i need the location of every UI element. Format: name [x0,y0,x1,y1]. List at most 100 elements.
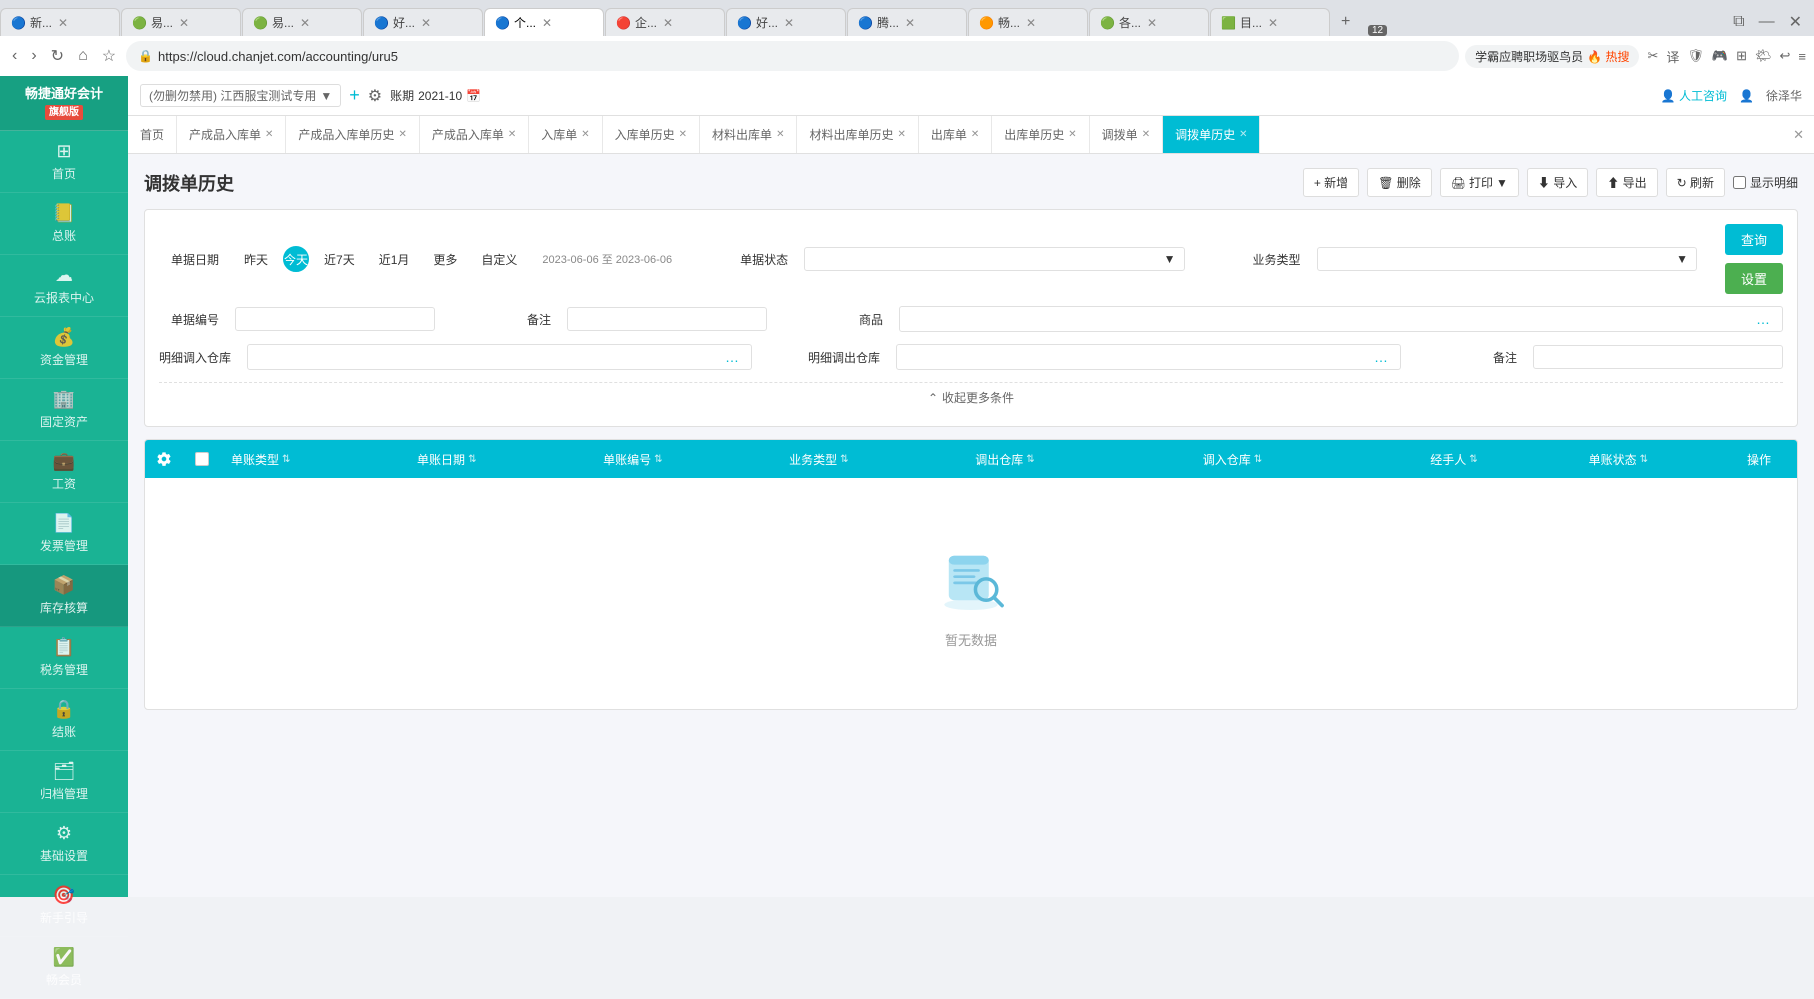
th-no[interactable]: 单账编号 ⇅ [593,451,779,468]
page-tab-mat-out[interactable]: 材料出库单 ✕ [700,116,797,154]
goods-select[interactable]: … [899,306,1783,332]
sidebar-item-asset[interactable]: 🏢 固定资产 [0,379,128,441]
delete-btn[interactable]: 🗑 删除 [1367,168,1432,197]
sidebar-item-close[interactable]: 🔒 结账 [0,689,128,751]
collapse-filter-btn[interactable]: ⌃ 收起更多条件 [159,382,1783,412]
page-tab-transfer-close[interactable]: ✕ [1142,129,1150,140]
th-out[interactable]: 调出仓库 ⇅ [965,451,1193,468]
page-tab-transfer-hist-close[interactable]: ✕ [1239,129,1247,140]
detail-in-ellipsis-btn[interactable]: … [721,349,743,365]
tab-close-8[interactable]: ✕ [905,16,915,30]
browser-tab-7[interactable]: 🔵 好... ✕ [726,8,846,36]
note-input[interactable] [1533,345,1783,369]
new-tab-button[interactable]: + [1331,8,1363,36]
tab-close-9[interactable]: ✕ [1026,16,1036,30]
close-window-btn[interactable]: ✕ [1785,8,1806,36]
page-tab-mat-out-close[interactable]: ✕ [776,129,784,140]
sidebar-item-ledger[interactable]: 📒 总账 [0,193,128,255]
tab-close-11[interactable]: ✕ [1268,16,1278,30]
page-tab-out-order[interactable]: 出库单 ✕ [919,116,992,154]
browser-tab-2[interactable]: 🟢 易... ✕ [121,8,241,36]
doc-no-input[interactable] [235,307,435,331]
date-more-btn[interactable]: 更多 [424,247,466,272]
th-biz[interactable]: 业务类型 ⇅ [779,451,965,468]
detail-in-select[interactable]: … [247,344,752,370]
tab-close-3[interactable]: ✕ [300,16,310,30]
tab-close-1[interactable]: ✕ [58,16,68,30]
minimize-btn[interactable]: — [1755,9,1779,35]
detail-out-ellipsis-btn[interactable]: … [1370,349,1392,365]
table-gear-btn[interactable] [145,451,183,467]
th-handler[interactable]: 经手人 ⇅ [1420,451,1578,468]
date-1month-btn[interactable]: 近1月 [370,247,419,272]
page-tab-prod-in-hist-close[interactable]: ✕ [398,129,406,140]
browser-search[interactable]: 学霸应聘职场驱鸟员 🔥 热搜 [1465,45,1639,68]
tab-close-7[interactable]: ✕ [784,16,794,30]
query-btn[interactable]: 查询 [1725,224,1783,255]
export-btn[interactable]: ⬆ 导出 [1596,168,1657,197]
browser-tab-8[interactable]: 🔵 腾... ✕ [847,8,967,36]
remark-input[interactable] [567,307,767,331]
sidebar-item-archive[interactable]: 🗂 归档管理 [0,751,128,813]
close-all-tabs-btn[interactable]: ✕ [1793,127,1814,143]
sidebar-item-home[interactable]: ⊞ 首页 [0,131,128,193]
page-tab-prod-in-hist[interactable]: 产成品入库单历史 ✕ [286,116,419,154]
calendar-icon[interactable]: 📅 [466,89,481,103]
date-today-btn[interactable]: 今天 [283,246,309,272]
browser-tab-1[interactable]: 🔵 新... ✕ [0,8,120,36]
service-btn[interactable]: 👤 人工咨询 [1661,87,1727,104]
new-btn[interactable]: + 新增 [1303,168,1359,197]
checkbox-all[interactable] [195,452,209,466]
tab-close-6[interactable]: ✕ [663,16,673,30]
url-bar[interactable]: 🔒 https://cloud.chanjet.com/accounting/u… [126,41,1459,71]
browser-tab-11[interactable]: 🟩 目... ✕ [1210,8,1330,36]
page-tab-in-order[interactable]: 入库单 ✕ [529,116,602,154]
page-tab-prod-in2-close[interactable]: ✕ [508,129,516,140]
date-7days-btn[interactable]: 近7天 [315,247,364,272]
browser-tab-10[interactable]: 🟢 各... ✕ [1089,8,1209,36]
goods-ellipsis-btn[interactable]: … [1752,311,1774,327]
add-company-btn[interactable]: + [349,85,360,106]
date-yesterday-btn[interactable]: 昨天 [235,247,277,272]
settings-gear-btn[interactable]: ⚙ [368,86,382,106]
page-tab-transfer[interactable]: 调拨单 ✕ [1090,116,1163,154]
browser-tab-4[interactable]: 🔵 好... ✕ [363,8,483,36]
set-btn[interactable]: 设置 [1725,263,1783,294]
tab-close-4[interactable]: ✕ [421,16,431,30]
refresh-btn[interactable]: ↻ [47,42,68,70]
page-tab-prod-in2[interactable]: 产成品入库单 ✕ [420,116,529,154]
sidebar-item-tax[interactable]: 📋 税务管理 [0,627,128,689]
user-avatar[interactable]: 👤 [1739,89,1754,103]
th-status[interactable]: 单账状态 ⇅ [1579,451,1737,468]
sidebar-item-report[interactable]: ☁ 云报表中心 [0,255,128,317]
tab-close-2[interactable]: ✕ [179,16,189,30]
table-check-all[interactable] [183,452,221,466]
page-tab-home[interactable]: 首页 [128,116,177,154]
page-tab-out-hist[interactable]: 出库单历史 ✕ [992,116,1089,154]
sidebar-item-guide[interactable]: 🎯 新手引导 [0,875,128,937]
company-selector[interactable]: (勿删勿禁用) 江西服宝测试专用 ▼ [140,84,341,107]
tab-close-10[interactable]: ✕ [1147,16,1157,30]
page-tab-in-hist-close[interactable]: ✕ [679,129,687,140]
th-date[interactable]: 单账日期 ⇅ [407,451,593,468]
th-in[interactable]: 调入仓库 ⇅ [1193,451,1421,468]
page-tab-prod-in[interactable]: 产成品入库单 ✕ [177,116,286,154]
page-tab-mat-out-hist-close[interactable]: ✕ [897,129,905,140]
browser-tab-9[interactable]: 🟠 畅... ✕ [968,8,1088,36]
tab-close-5[interactable]: ✕ [542,16,552,30]
biz-select[interactable]: ▼ [1317,247,1697,271]
detail-out-select[interactable]: … [896,344,1401,370]
page-tab-in-hist[interactable]: 入库单历史 ✕ [603,116,700,154]
date-custom-btn[interactable]: 自定义 [472,247,526,272]
page-tab-out-hist-close[interactable]: ✕ [1068,129,1076,140]
back-btn[interactable]: ‹ [8,43,21,69]
page-tab-prod-in-close[interactable]: ✕ [265,129,273,140]
sidebar-item-inventory[interactable]: 📦 库存核算 [0,565,128,627]
page-tab-mat-out-hist[interactable]: 材料出库单历史 ✕ [797,116,918,154]
sidebar-item-payroll[interactable]: 💼 工资 [0,441,128,503]
refresh-btn-toolbar[interactable]: ↻ 刷新 [1666,168,1725,197]
display-detail-label[interactable]: 显示明细 [1733,174,1798,191]
display-detail-checkbox[interactable] [1733,176,1746,189]
browser-tab-6[interactable]: 🔴 企... ✕ [605,8,725,36]
browser-tab-3[interactable]: 🟢 易... ✕ [242,8,362,36]
